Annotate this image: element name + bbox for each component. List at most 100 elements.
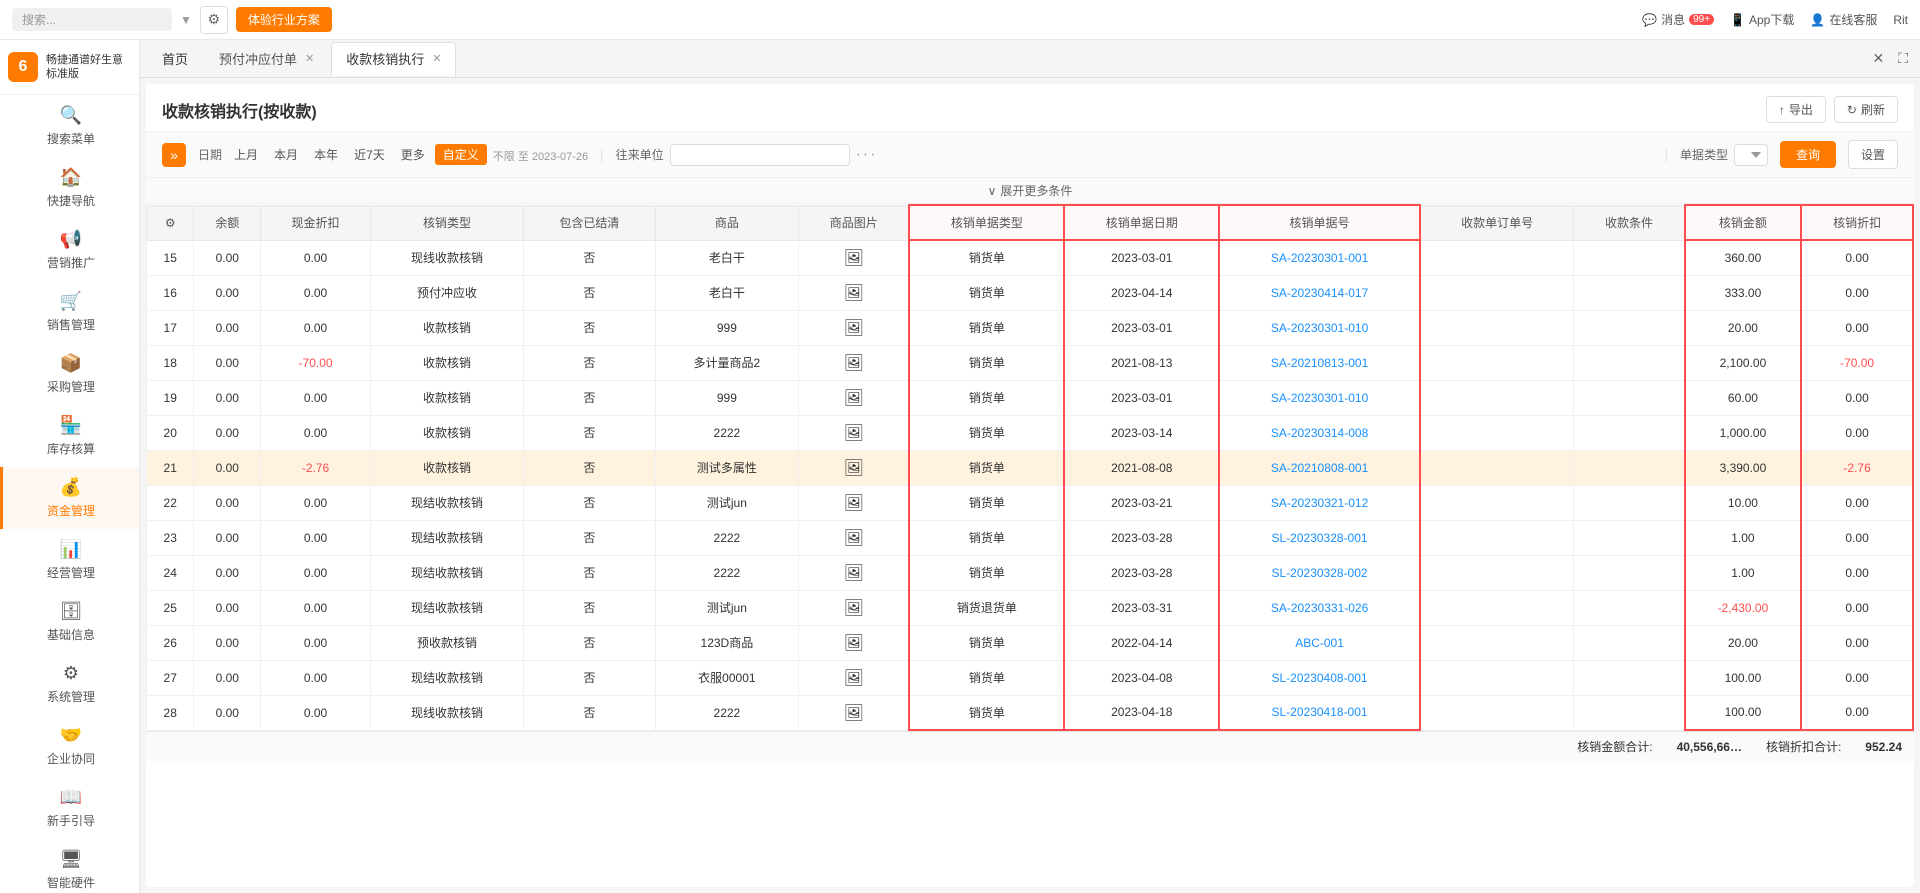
message-label: 消息: [1661, 11, 1685, 28]
close-window-icon[interactable]: ✕: [1868, 48, 1888, 69]
sidebar-item-business[interactable]: 📊 经营管理: [0, 529, 139, 591]
filter-custom-btn[interactable]: 自定义: [435, 144, 487, 165]
cell-bill-number[interactable]: SL-20230328-001: [1219, 520, 1420, 555]
refresh-btn[interactable]: ↻ 刷新: [1834, 96, 1898, 123]
cell-bill-report-type: 销货单: [909, 625, 1064, 660]
app-label: App下载: [1749, 11, 1794, 28]
industry-btn[interactable]: 体验行业方案: [236, 7, 332, 32]
filter-settings-btn[interactable]: 设置: [1848, 140, 1898, 169]
cell-bill-number[interactable]: SA-20210808-001: [1219, 450, 1420, 485]
maximize-icon[interactable]: ⛶: [1894, 48, 1912, 69]
cell-bill-number[interactable]: SA-20230314-008: [1219, 415, 1420, 450]
main-layout: 6 畅捷通谱好生意 标准版 🔍 搜索菜单 🏠 快捷导航 📢 营销推广 🛒 销售管…: [0, 40, 1920, 893]
cell-bill-number[interactable]: SA-20230301-010: [1219, 380, 1420, 415]
cell-bill-number[interactable]: SL-20230408-001: [1219, 660, 1420, 695]
cell-bill-number[interactable]: ABC-001: [1219, 625, 1420, 660]
sidebar-item-label: 系统管理: [47, 688, 95, 705]
tab-close-prepay[interactable]: ✕: [305, 52, 314, 65]
cell-verify-type: 现结收款核销: [371, 485, 524, 520]
export-btn[interactable]: ↑ 导出: [1766, 96, 1826, 123]
partner-input[interactable]: [670, 144, 850, 166]
cell-receive-condition: [1574, 380, 1685, 415]
cell-goods: 测试jun: [655, 590, 799, 625]
cell-verify-discount: 0.00: [1801, 520, 1913, 555]
online-service-btn[interactable]: 👤 在线客服: [1810, 11, 1877, 28]
cell-goods-img: 🖼: [799, 415, 910, 450]
tab-prepay[interactable]: 预付冲应付单 ✕: [204, 42, 329, 76]
cell-bill-report-type: 销货单: [909, 660, 1064, 695]
app-icon: 📱: [1730, 13, 1745, 27]
col-bill-report-date: 核销单据日期: [1064, 205, 1219, 240]
expand-more-bar[interactable]: ∨ 展开更多条件: [146, 178, 1914, 204]
cell-balance: 0.00: [194, 415, 261, 450]
cell-receive-condition: [1574, 345, 1685, 380]
cell-bill-number[interactable]: SA-20230301-010: [1219, 310, 1420, 345]
tab-home[interactable]: 首页: [148, 42, 202, 76]
cell-cash-discount: 0.00: [261, 590, 371, 625]
cell-cash-discount: 0.00: [261, 625, 371, 660]
sidebar-item-marketing[interactable]: 📢 营销推广: [0, 219, 139, 281]
cell-bill-number[interactable]: SA-20230331-026: [1219, 590, 1420, 625]
cell-bill-number[interactable]: SA-20230414-017: [1219, 275, 1420, 310]
cell-balance: 0.00: [194, 485, 261, 520]
sidebar-item-base[interactable]: 🗄 基础信息: [0, 591, 139, 653]
sidebar-item-hardware[interactable]: 🖥 智能硬件: [0, 839, 139, 893]
tab-close-collect[interactable]: ✕: [432, 52, 441, 65]
cell-include-settled: 否: [524, 415, 656, 450]
filter-toggle-btn[interactable]: »: [162, 143, 186, 167]
sidebar-item-company[interactable]: 🤝 企业协同: [0, 715, 139, 777]
table-row: 180.00-70.00收款核销否多计量商品2🖼销货单2021-08-13SA-…: [147, 345, 1914, 380]
sidebar-item-guide[interactable]: 📖 新手引导: [0, 777, 139, 839]
cell-receive-condition: [1574, 450, 1685, 485]
sidebar-item-quick[interactable]: 🏠 快捷导航: [0, 157, 139, 219]
expand-more-label: 展开更多条件: [1000, 182, 1072, 199]
filter-opt-this-month[interactable]: 本月: [268, 144, 304, 165]
cell-bill-number[interactable]: SA-20230301-001: [1219, 240, 1420, 275]
filter-opt-more[interactable]: 更多: [395, 144, 431, 165]
sidebar-item-stock[interactable]: 🏪 库存核算: [0, 405, 139, 467]
dropdown-arrow-icon[interactable]: ▼: [180, 13, 192, 27]
cell-bill-number[interactable]: SL-20230328-002: [1219, 555, 1420, 590]
sidebar-item-system[interactable]: ⚙ 系统管理: [0, 653, 139, 715]
cell-no: 21: [147, 450, 194, 485]
cell-include-settled: 否: [524, 555, 656, 590]
cell-balance: 0.00: [194, 695, 261, 730]
cell-bill-number[interactable]: SL-20230418-001: [1219, 695, 1420, 730]
sidebar-item-purchase[interactable]: 📦 采购管理: [0, 343, 139, 405]
sidebar-item-sales[interactable]: 🛒 销售管理: [0, 281, 139, 343]
filter-opt-7days[interactable]: 近7天: [348, 144, 391, 165]
message-btn[interactable]: 💬 消息 99+: [1642, 11, 1714, 28]
cell-no: 17: [147, 310, 194, 345]
cell-receive-condition: [1574, 485, 1685, 520]
col-config[interactable]: ⚙: [147, 205, 194, 240]
settings-icon[interactable]: ⚙: [200, 6, 228, 34]
cell-bill-report-date: 2023-03-01: [1064, 240, 1219, 275]
tab-collect[interactable]: 收款核销执行 ✕: [331, 42, 456, 76]
app-download-btn[interactable]: 📱 App下载: [1730, 11, 1794, 28]
cell-goods-img: 🖼: [799, 450, 910, 485]
cell-verify-type: 现结收款核销: [371, 590, 524, 625]
cell-cash-discount: 0.00: [261, 485, 371, 520]
cell-bill-number[interactable]: SA-20230321-012: [1219, 485, 1420, 520]
business-icon: 📊: [60, 539, 82, 560]
col-receive-condition: 收款条件: [1574, 205, 1685, 240]
date-filter-group: 日期 上月 本月 本年 近7天 更多 自定义 不限 至 2023-07-26: [198, 144, 588, 165]
cell-no: 27: [147, 660, 194, 695]
date-filter-label: 日期: [198, 146, 222, 163]
cell-balance: 0.00: [194, 310, 261, 345]
partner-dots[interactable]: ···: [856, 146, 878, 164]
filter-opt-last-month[interactable]: 上月: [228, 144, 264, 165]
sidebar-item-finance[interactable]: 💰 资金管理: [0, 467, 139, 529]
cell-no: 18: [147, 345, 194, 380]
cell-bill-report-date: 2021-08-08: [1064, 450, 1219, 485]
query-btn[interactable]: 查询: [1780, 141, 1836, 168]
bill-type-select[interactable]: [1734, 144, 1768, 166]
cell-bill-number[interactable]: SA-20210813-001: [1219, 345, 1420, 380]
cell-goods: 999: [655, 380, 799, 415]
user-name[interactable]: Rit: [1893, 13, 1908, 27]
search-bar[interactable]: 搜索...: [12, 8, 172, 31]
filter-opt-this-year[interactable]: 本年: [308, 144, 344, 165]
cell-receive-condition: [1574, 660, 1685, 695]
sidebar-item-search[interactable]: 🔍 搜索菜单: [0, 95, 139, 157]
cell-receive-condition: [1574, 590, 1685, 625]
